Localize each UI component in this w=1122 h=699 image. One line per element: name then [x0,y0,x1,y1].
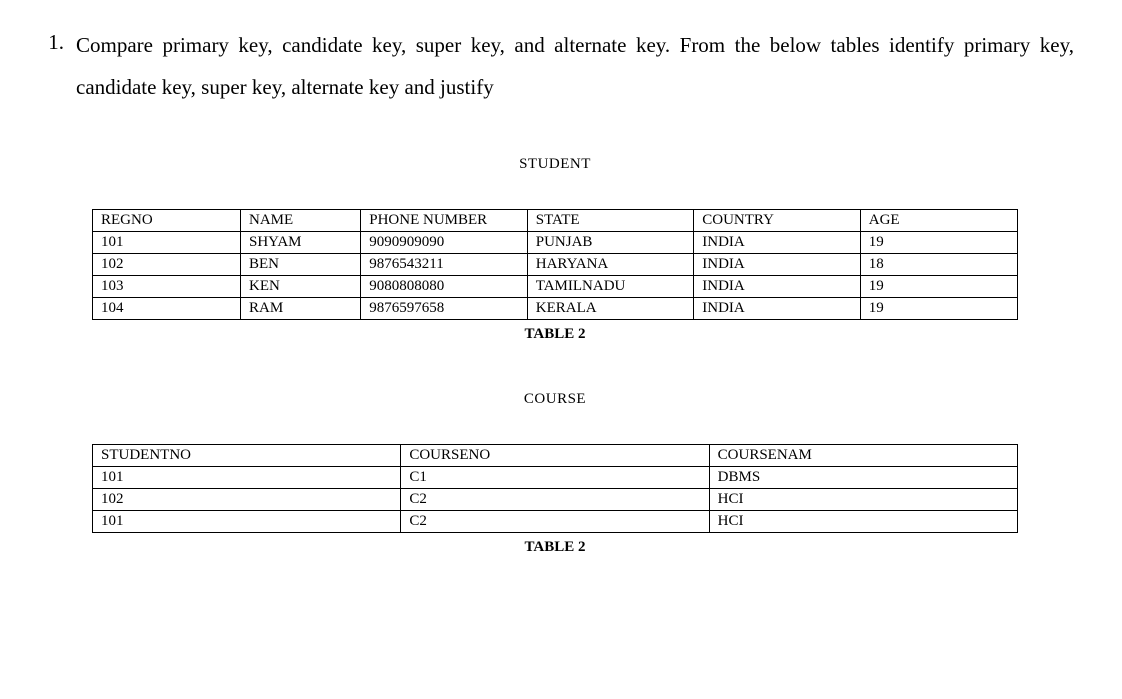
cell-name: SHYAM [241,232,361,254]
student-table-header-row: REGNO NAME PHONE NUMBER STATE COUNTRY AG… [93,210,1018,232]
cell-country: INDIA [694,276,861,298]
student-th-regno: REGNO [93,210,241,232]
course-th-coursenam: COURSENAM [709,445,1017,467]
cell-state: HARYANA [527,254,694,276]
question-block: 1. Compare primary key, candidate key, s… [36,24,1074,108]
cell-name: KEN [241,276,361,298]
cell-phone: 9876597658 [361,298,528,320]
table-row: 101 SHYAM 9090909090 PUNJAB INDIA 19 [93,232,1018,254]
student-th-age: AGE [860,210,1017,232]
cell-age: 18 [860,254,1017,276]
cell-regno: 103 [93,276,241,298]
question-text: Compare primary key, candidate key, supe… [76,24,1074,108]
cell-studentno: 102 [93,489,401,511]
cell-name: BEN [241,254,361,276]
table-row: 104 RAM 9876597658 KERALA INDIA 19 [93,298,1018,320]
course-table-caption: TABLE 2 [36,539,1074,556]
course-section-title: COURSE [36,391,1074,408]
cell-coursenam: DBMS [709,467,1017,489]
cell-state: PUNJAB [527,232,694,254]
student-table-caption: TABLE 2 [36,326,1074,343]
cell-courseno: C2 [401,511,709,533]
student-table-wrap: REGNO NAME PHONE NUMBER STATE COUNTRY AG… [36,209,1074,320]
course-table-header-row: STUDENTNO COURSENO COURSENAM [93,445,1018,467]
course-th-courseno: COURSENO [401,445,709,467]
cell-courseno: C2 [401,489,709,511]
course-table-body: 101 C1 DBMS 102 C2 HCI 101 C2 HCI [93,467,1018,533]
table-row: 101 C2 HCI [93,511,1018,533]
course-th-studentno: STUDENTNO [93,445,401,467]
table-row: 102 BEN 9876543211 HARYANA INDIA 18 [93,254,1018,276]
cell-regno: 101 [93,232,241,254]
cell-coursenam: HCI [709,511,1017,533]
table-row: 102 C2 HCI [93,489,1018,511]
cell-state: TAMILNADU [527,276,694,298]
cell-country: INDIA [694,298,861,320]
student-table-body: 101 SHYAM 9090909090 PUNJAB INDIA 19 102… [93,232,1018,320]
table-row: 101 C1 DBMS [93,467,1018,489]
student-th-state: STATE [527,210,694,232]
cell-regno: 104 [93,298,241,320]
cell-studentno: 101 [93,467,401,489]
cell-state: KERALA [527,298,694,320]
cell-country: INDIA [694,254,861,276]
cell-name: RAM [241,298,361,320]
cell-age: 19 [860,276,1017,298]
student-section-title: STUDENT [36,156,1074,173]
student-th-phone: PHONE NUMBER [361,210,528,232]
cell-coursenam: HCI [709,489,1017,511]
cell-country: INDIA [694,232,861,254]
table-row: 103 KEN 9080808080 TAMILNADU INDIA 19 [93,276,1018,298]
cell-phone: 9876543211 [361,254,528,276]
cell-courseno: C1 [401,467,709,489]
cell-studentno: 101 [93,511,401,533]
course-table-wrap: STUDENTNO COURSENO COURSENAM 101 C1 DBMS… [36,444,1074,533]
student-th-name: NAME [241,210,361,232]
cell-phone: 9090909090 [361,232,528,254]
cell-age: 19 [860,232,1017,254]
cell-phone: 9080808080 [361,276,528,298]
course-table: STUDENTNO COURSENO COURSENAM 101 C1 DBMS… [92,444,1018,533]
cell-regno: 102 [93,254,241,276]
student-th-country: COUNTRY [694,210,861,232]
student-table: REGNO NAME PHONE NUMBER STATE COUNTRY AG… [92,209,1018,320]
cell-age: 19 [860,298,1017,320]
question-number: 1. [36,24,64,62]
